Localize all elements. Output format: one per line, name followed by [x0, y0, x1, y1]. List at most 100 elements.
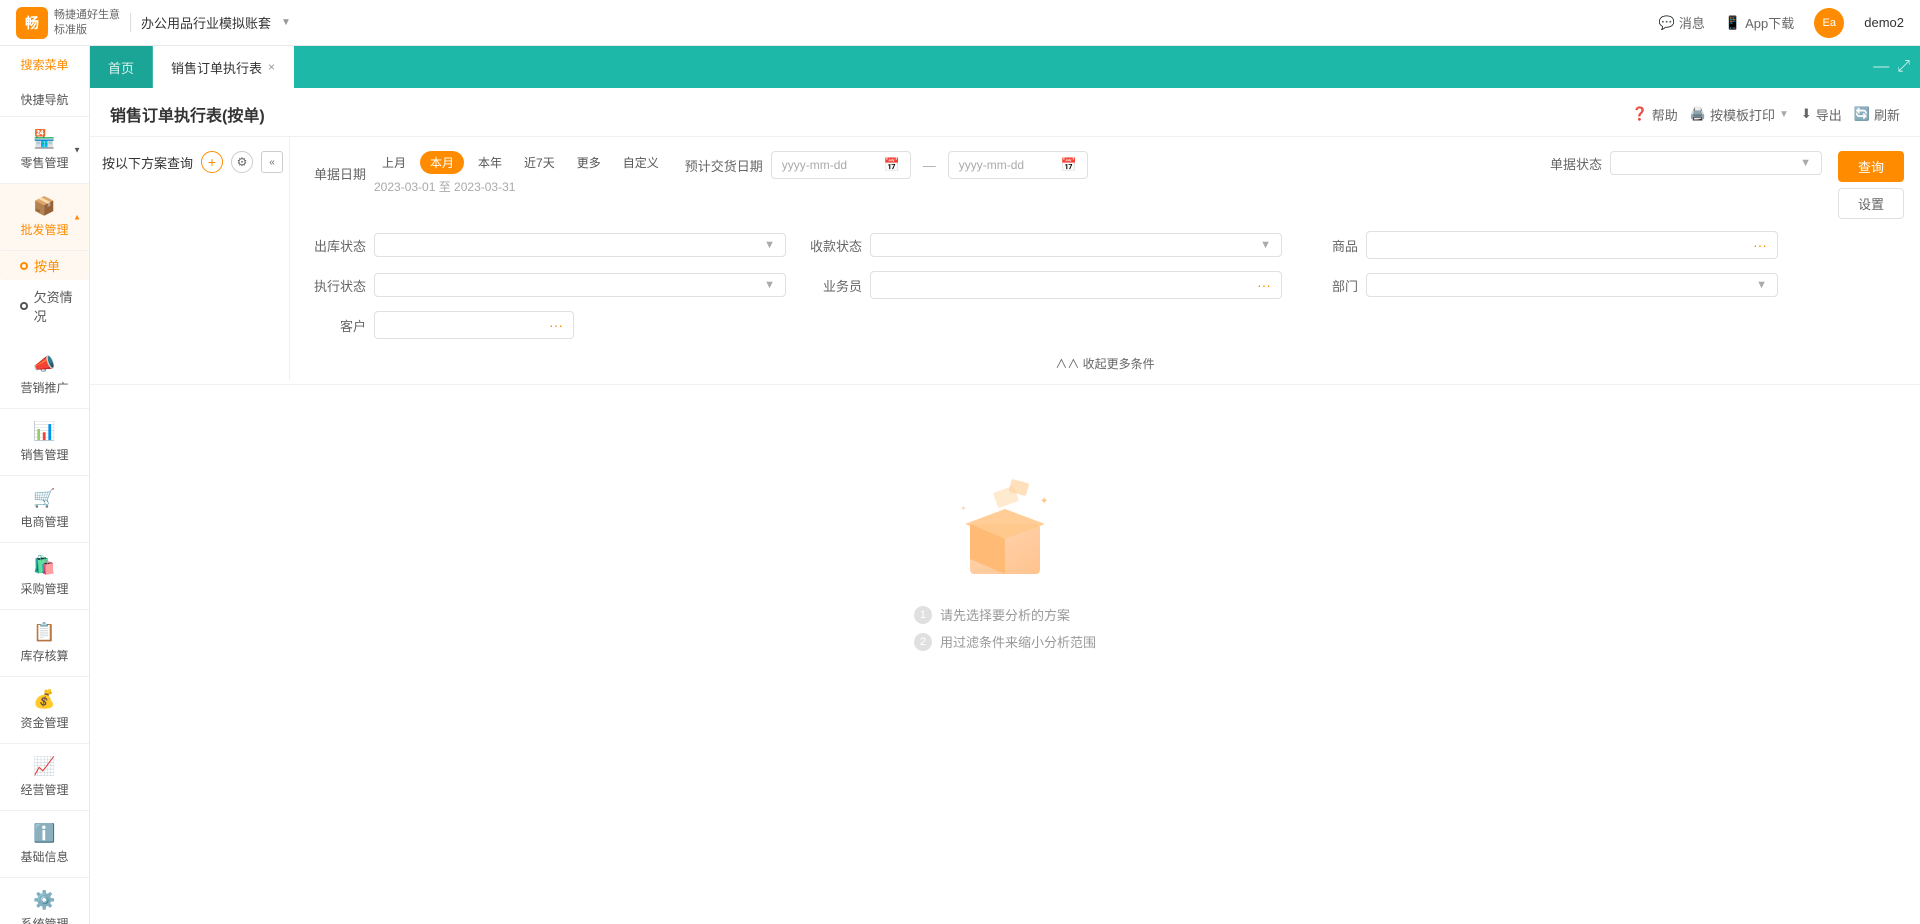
page-header-actions: ❓ 帮助 🖨️ 按模板打印 ▼ ⬇ 导出 🔄	[1632, 105, 1900, 124]
date-btn-this-month[interactable]: 本月	[420, 151, 464, 174]
date-btn-custom[interactable]: 自定义	[615, 151, 667, 174]
sub-menu: 按单 欠资情况	[0, 251, 89, 330]
sales-icon: 📊	[33, 421, 55, 442]
sidebar-item-system[interactable]: ⚙️ 系统管理	[0, 878, 89, 924]
print-dropdown-icon[interactable]: ▼	[1779, 109, 1789, 120]
print-icon: 🖨️	[1690, 106, 1706, 122]
calendar-end-icon[interactable]: 📅	[1061, 157, 1077, 173]
settings-button[interactable]: 设置	[1838, 188, 1904, 219]
receive-status-select[interactable]: ▼	[870, 233, 1282, 257]
calendar-start-icon[interactable]: 📅	[884, 157, 900, 173]
sidebar-item-purchase[interactable]: 🛍️ 采购管理	[0, 543, 89, 610]
collapse-more-button[interactable]: ∧∧ 收起更多条件	[306, 347, 1904, 380]
tip-num-1: 1	[914, 606, 932, 624]
tab-home[interactable]: 首页	[90, 46, 153, 88]
export-button[interactable]: ⬇ 导出	[1801, 105, 1842, 124]
sidebar-item-finance[interactable]: 💰 资金管理	[0, 677, 89, 744]
app-download-button[interactable]: 📱 App下载	[1725, 13, 1794, 32]
system-icon: ⚙️	[33, 890, 55, 911]
tip-num-2: 2	[914, 633, 932, 651]
empty-tips: 1 请先选择要分析的方案 2 用过滤条件来缩小分析范围	[914, 605, 1096, 651]
minimize-icon[interactable]: —	[1873, 58, 1889, 76]
purchase-icon: 🛍️	[33, 555, 55, 576]
filter-settings-button[interactable]: ⚙	[231, 151, 253, 173]
sidebar-sub-item-debt[interactable]: 欠资情况	[0, 282, 89, 330]
salesperson-more-icon[interactable]: ···	[1257, 277, 1271, 293]
date-btn-this-year[interactable]: 本年	[470, 151, 510, 174]
receive-status-label: 收款状态	[802, 236, 862, 255]
date-btn-7days[interactable]: 近7天	[516, 151, 563, 174]
section-divider	[90, 384, 1920, 385]
sidebar-item-marketing[interactable]: 📣 营销推广	[0, 342, 89, 409]
refresh-button[interactable]: 🔄 刷新	[1854, 105, 1900, 124]
filter-item-exec-status: 执行状态 ▼	[306, 273, 786, 297]
status-dropdown-icon: ▼	[1800, 157, 1811, 169]
message-icon: 💬	[1659, 15, 1675, 31]
ecommerce-icon: 🛒	[33, 488, 55, 509]
message-button[interactable]: 💬 消息	[1659, 13, 1705, 32]
debt-dot-icon	[20, 302, 28, 310]
user-name[interactable]: demo2	[1864, 15, 1904, 30]
nav-dropdown-icon[interactable]: ▼	[281, 17, 291, 28]
svg-text:✦: ✦	[1040, 496, 1048, 507]
nav-title: 办公用品行业模拟账套	[130, 13, 271, 32]
filter-collapse-button[interactable]: «	[261, 151, 283, 173]
goods-more-icon[interactable]: ···	[1753, 237, 1767, 253]
sidebar-item-basic[interactable]: ℹ️ 基础信息	[0, 811, 89, 878]
out-status-label: 出库状态	[306, 236, 366, 255]
logo-text: 畅捷通好生意 标准版	[54, 8, 120, 37]
filter-item-customer: 客户 ···	[306, 311, 586, 339]
sidebar-item-ecommerce[interactable]: 🛒 电商管理	[0, 476, 89, 543]
date-filter-wrapper: 上月 本月 本年 近7天 更多 自定义 2023-03-01 至 2023-03…	[374, 151, 667, 195]
expand-icon[interactable]: ⤢	[1897, 58, 1910, 76]
export-icon: ⬇	[1801, 106, 1812, 122]
filter-left-panel: 按以下方案查询 + ⚙ «	[90, 137, 290, 380]
tab-sales-order[interactable]: 销售订单执行表 ×	[153, 46, 294, 88]
sidebar-item-operations[interactable]: 📈 经营管理	[0, 744, 89, 811]
query-settings-group: 查询 设置	[1838, 151, 1904, 219]
sidebar-item-search[interactable]: 搜索菜单	[0, 46, 89, 83]
date-label: 单据日期	[306, 164, 366, 183]
out-status-select[interactable]: ▼	[374, 233, 786, 257]
basic-icon: ℹ️	[33, 823, 55, 844]
goods-input[interactable]: ···	[1366, 231, 1778, 259]
receive-status-dropdown-icon: ▼	[1260, 239, 1271, 251]
filter-item-predicted-date: 预计交货日期 yyyy-mm-dd 📅 — yyyy-mm-dd 📅	[683, 151, 1526, 179]
sidebar-sub-item-order[interactable]: 按单	[0, 251, 89, 280]
filter-item-status: 单据状态 ▼	[1542, 151, 1822, 175]
svg-text:✦: ✦	[960, 504, 967, 513]
page-title: 销售订单执行表(按单)	[110, 102, 265, 126]
tab-close-icon[interactable]: ×	[268, 60, 275, 74]
predicted-date-start-input[interactable]: yyyy-mm-dd 📅	[771, 151, 911, 179]
date-btn-last-month[interactable]: 上月	[374, 151, 414, 174]
tab-bar-actions: — ⤢	[1873, 58, 1920, 76]
page-inner: 销售订单执行表(按单) ❓ 帮助 🖨️ 按模板打印 ▼ ⬇	[90, 88, 1920, 924]
sidebar-item-quick-nav[interactable]: 快捷导航	[0, 83, 89, 117]
sidebar-item-sales[interactable]: 📊 销售管理	[0, 409, 89, 476]
query-button[interactable]: 查询	[1838, 151, 1904, 182]
exec-status-select[interactable]: ▼	[374, 273, 786, 297]
date-btn-more[interactable]: 更多	[569, 151, 609, 174]
help-button[interactable]: ❓ 帮助	[1632, 105, 1678, 124]
main-layout: 搜索菜单 快捷导航 🏪 零售管理 📦 批发管理 按单 欠资情况 📣 营销推广	[0, 46, 1920, 924]
dash-icon: —	[919, 158, 940, 173]
date-range-display: 2023-03-01 至 2023-03-31	[374, 178, 667, 195]
predicted-date-label: 预计交货日期	[683, 156, 763, 175]
sidebar-item-inventory[interactable]: 📋 库存核算	[0, 610, 89, 677]
filter-item-goods: 商品 ···	[1298, 231, 1778, 259]
empty-tip-2: 2 用过滤条件来缩小分析范围	[914, 632, 1096, 651]
print-button[interactable]: 🖨️ 按模板打印 ▼	[1690, 105, 1789, 124]
filter-add-button[interactable]: +	[201, 151, 223, 173]
sidebar-item-retail[interactable]: 🏪 零售管理	[0, 117, 89, 184]
dept-select[interactable]: ▼	[1366, 273, 1778, 297]
status-select[interactable]: ▼	[1610, 151, 1822, 175]
customer-input[interactable]: ···	[374, 311, 574, 339]
retail-icon: 🏪	[33, 129, 55, 150]
sidebar-item-wholesale[interactable]: 📦 批发管理	[0, 184, 89, 251]
top-bar-right: 💬 消息 📱 App下载 Ea demo2	[1659, 8, 1904, 38]
salesperson-input[interactable]: ···	[870, 271, 1282, 299]
customer-more-icon[interactable]: ···	[549, 317, 563, 333]
exec-status-dropdown-icon: ▼	[764, 279, 775, 291]
filter-row-2: 出库状态 ▼ 收款状态 ▼	[306, 231, 1904, 259]
predicted-date-end-input[interactable]: yyyy-mm-dd 📅	[948, 151, 1088, 179]
